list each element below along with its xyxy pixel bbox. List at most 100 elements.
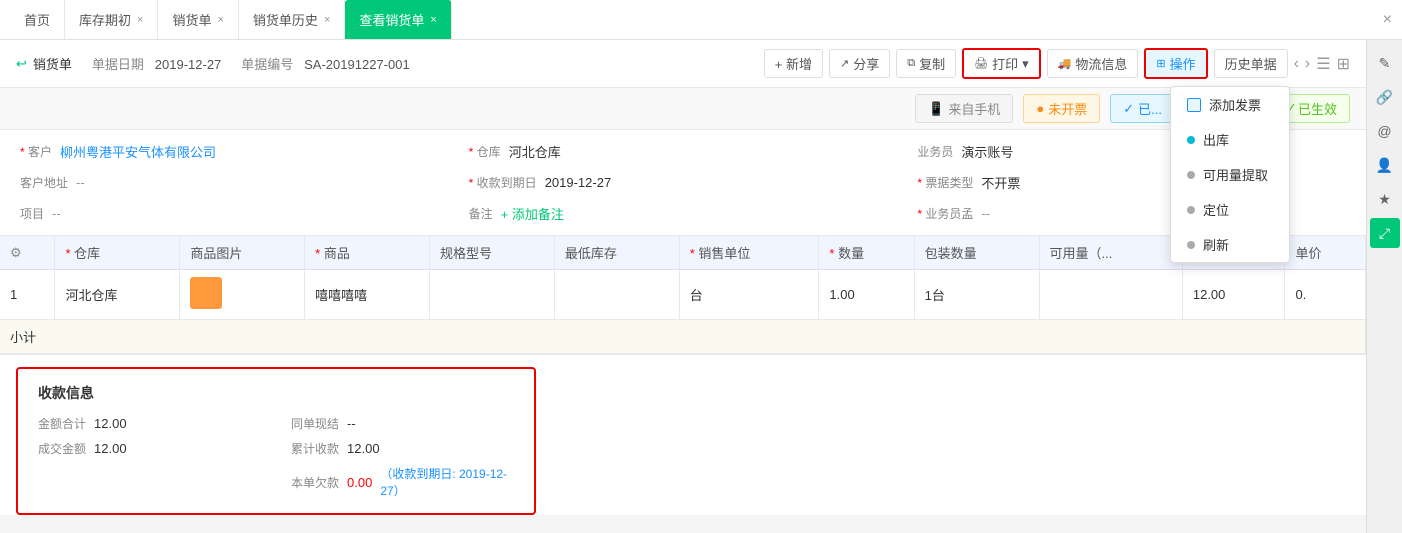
tabs-bar: 首页 库存期初 × 销货单 × 销货单历史 × 查看销货单 × × — [0, 0, 1402, 40]
address-row: 客户地址 -- — [20, 173, 449, 192]
own-label: 本单欠款 — [291, 474, 339, 491]
main-area: ↩ 销货单 单据日期 2019-12-27 单据编号 SA-20191227-0… — [0, 40, 1402, 515]
cell-product: 嘻嘻嘻嘻 — [305, 270, 430, 320]
address-label: 客户地址 — [20, 174, 68, 191]
doc-number-value: SA-20191227-001 — [304, 57, 410, 72]
dropdown-outbound[interactable]: 出库 — [1171, 122, 1289, 157]
tab-sales-order[interactable]: 销货单 × — [158, 0, 238, 39]
add-invoice-checkbox-icon — [1187, 98, 1201, 112]
tab-close-inventory[interactable]: × — [137, 14, 143, 26]
col-quantity: * 数量 — [819, 236, 914, 270]
salesperson-label: 业务员 — [917, 143, 953, 160]
tab-close-sales-order[interactable]: × — [217, 14, 223, 26]
doc-meta: 单据日期 2019-12-27 单据编号 SA-20191227-001 — [92, 54, 410, 73]
col-product: * 商品 — [305, 236, 430, 270]
own-value: 0.00 — [347, 475, 372, 490]
view-list-button[interactable]: ☰ — [1316, 54, 1330, 74]
dropdown-available-qty[interactable]: 可用量提取 — [1171, 157, 1289, 192]
available-qty-dot-icon — [1187, 171, 1195, 179]
cell-pack-qty: 1台 — [914, 270, 1039, 320]
warehouse-row: 仓库 河北仓库 — [469, 142, 898, 161]
new-button[interactable]: + 新增 — [764, 49, 823, 78]
col-product-img: 商品图片 — [180, 236, 305, 270]
sidebar-edit-icon[interactable]: ✎ — [1370, 48, 1400, 78]
agent-value: -- — [981, 206, 990, 221]
sidebar-expand-icon[interactable]: ⤢ — [1370, 218, 1400, 248]
remark-label: 备注 — [469, 205, 493, 222]
add-remark-button[interactable]: + 添加备注 — [501, 204, 564, 223]
customer-value[interactable]: 柳州粤港平安气体有限公司 — [60, 142, 216, 161]
customer-label: 客户 — [20, 143, 52, 160]
table-row: 1 河北仓库 嘻嘻嘻嘻 台 1.00 1台 12.00 0. — [0, 270, 1366, 320]
doc-type-label: 销货单 — [33, 54, 72, 73]
outbound-dot-icon — [1187, 136, 1195, 144]
copy-icon: ⧉ — [907, 57, 915, 70]
col-warehouse: * 仓库 — [55, 236, 180, 270]
address-value: -- — [76, 175, 85, 190]
ticket-type-label: 票据类型 — [917, 174, 973, 191]
cell-warehouse: 河北仓库 — [55, 270, 180, 320]
ticket-icon: ● — [1036, 101, 1044, 116]
product-table: ⚙ * 仓库 商品图片 * 商品 规格型号 最低库存 * 销售单位 * 数量 包… — [0, 236, 1366, 354]
confirm-button[interactable]: ✓ 已... — [1110, 94, 1175, 123]
print-dropdown-arrow: ▾ — [1022, 56, 1029, 72]
doc-header: ↩ 销货单 单据日期 2019-12-27 单据编号 SA-20191227-0… — [0, 40, 1366, 88]
history-button[interactable]: 历史单据 — [1214, 49, 1288, 78]
tab-close-view-sales[interactable]: × — [430, 14, 436, 26]
payment-date-label: 收款到期日 — [469, 174, 537, 191]
cumulative-label: 累计收款 — [291, 440, 339, 457]
sidebar-user-icon[interactable]: 👤 — [1370, 150, 1400, 180]
print-button[interactable]: 🖨 打印 ▾ — [962, 48, 1041, 79]
cumulative-value: 12.00 — [347, 441, 380, 456]
sidebar-at-icon[interactable]: @ — [1370, 116, 1400, 146]
dropdown-locate[interactable]: 定位 — [1171, 192, 1289, 227]
nav-prev-button[interactable]: ‹ — [1294, 55, 1299, 73]
tab-inventory-init[interactable]: 库存期初 × — [65, 0, 158, 39]
cell-current-qty: 12.00 — [1182, 270, 1285, 320]
sidebar-link-icon[interactable]: 🔗 — [1370, 82, 1400, 112]
total-label: 金额合计 — [38, 415, 86, 432]
operation-dropdown: 添加发票 出库 可用量提取 定位 刷新 — [1170, 86, 1290, 263]
plus-icon: + — [501, 207, 509, 222]
dropdown-add-invoice[interactable]: 添加发票 — [1171, 87, 1289, 122]
customer-row: 客户 柳州粤港平安气体有限公司 — [20, 142, 449, 161]
agent-label: 业务员孟 — [917, 205, 973, 222]
operation-button[interactable]: ⊞ 操作 — [1144, 48, 1207, 79]
from-phone-button[interactable]: 📱 来自手机 — [915, 94, 1013, 123]
settings-icon[interactable]: ⚙ — [10, 245, 22, 260]
not-open-button[interactable]: ● 未开票 — [1023, 94, 1100, 123]
logistics-button[interactable]: 🚚 物流信息 — [1047, 49, 1139, 78]
col-avail-qty: 可用量（... — [1039, 236, 1182, 270]
project-value: -- — [52, 206, 61, 221]
dropdown-refresh[interactable]: 刷新 — [1171, 227, 1289, 262]
nav-next-button[interactable]: › — [1305, 55, 1310, 73]
subtotal-row: 小计 — [0, 320, 1366, 354]
collection-title: 收款信息 — [38, 383, 514, 403]
product-image — [190, 277, 222, 309]
copy-button[interactable]: ⧉ 复制 — [896, 49, 956, 78]
same-order-label: 同单现结 — [291, 415, 339, 432]
tab-sales-history[interactable]: 销货单历史 × — [239, 0, 345, 39]
col-sales-unit: * 销售单位 — [679, 236, 819, 270]
col-settings[interactable]: ⚙ — [0, 236, 55, 270]
cumulative-row: 累计收款 12.00 — [291, 440, 514, 457]
close-all-tabs-button[interactable]: × — [1383, 11, 1392, 29]
collection-box: 收款信息 金额合计 12.00 同单现结 -- 成交金额 12.00 累计收款 … — [16, 367, 536, 515]
deal-amount-row: 成交金额 12.00 — [38, 440, 261, 457]
tab-close-sales-history[interactable]: × — [324, 14, 330, 26]
tab-home[interactable]: 首页 — [10, 0, 65, 39]
locate-dot-icon — [1187, 206, 1195, 214]
subtotal-label-cell: 小计 — [0, 320, 1366, 354]
tab-view-sales[interactable]: 查看销货单 × — [345, 0, 451, 39]
sidebar-star-icon[interactable]: ★ — [1370, 184, 1400, 214]
phone-icon: 📱 — [928, 101, 944, 117]
project-label: 项目 — [20, 205, 44, 222]
check-icon: ✓ — [1123, 101, 1134, 117]
view-grid-button[interactable]: ⊞ — [1337, 54, 1350, 74]
product-table-wrapper: ⚙ * 仓库 商品图片 * 商品 规格型号 最低库存 * 销售单位 * 数量 包… — [0, 236, 1366, 355]
refresh-dot-icon — [1187, 241, 1195, 249]
warehouse-value: 河北仓库 — [509, 142, 561, 161]
form-section: 客户 柳州粤港平安气体有限公司 仓库 河北仓库 业务员 演示账号 客户地址 --… — [0, 130, 1366, 236]
share-button[interactable]: ↗ 分享 — [829, 49, 890, 78]
right-sidebar: ✎ 🔗 @ 👤 ★ ⤢ — [1366, 40, 1402, 533]
